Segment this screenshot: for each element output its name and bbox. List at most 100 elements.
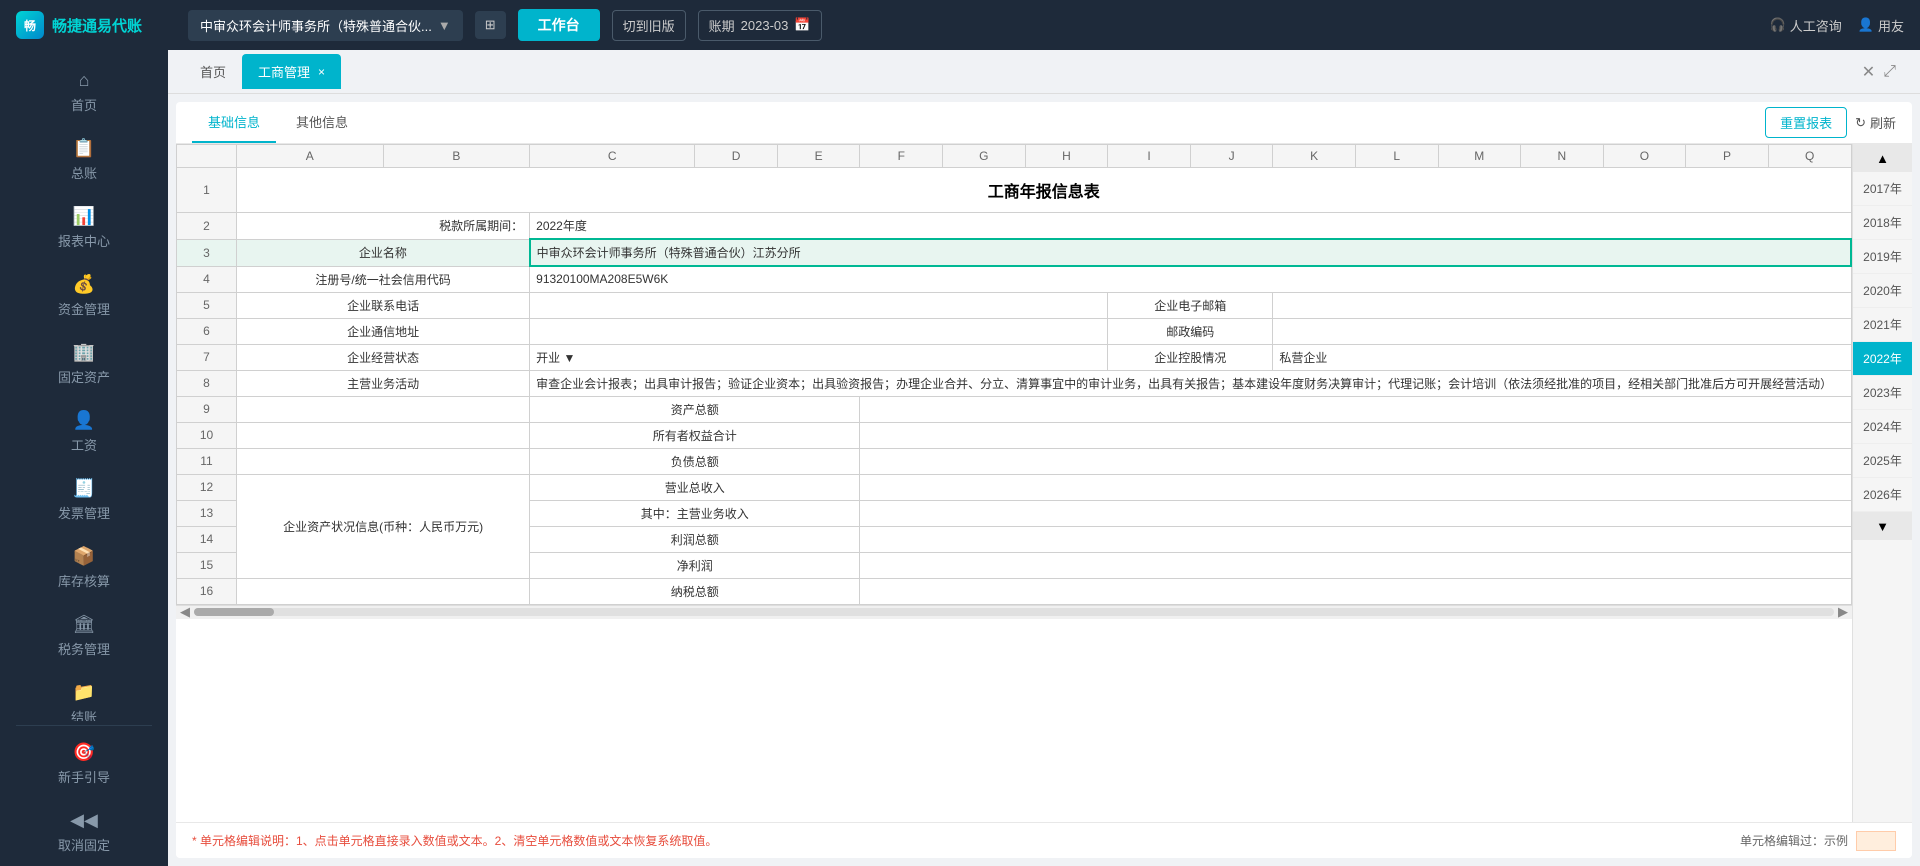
sidebar-item-unpin[interactable]: ◀◀ 取消固定 <box>0 798 168 866</box>
main-revenue-label: 其中：主营业务收入 <box>530 500 860 526</box>
sub-tabs: 基础信息 其他信息 重置报表 ↻ 刷新 <box>176 102 1912 144</box>
sidebar-item-home[interactable]: ⌂ 首页 <box>0 58 168 126</box>
year-item-2022[interactable]: 2022年 <box>1853 342 1912 376</box>
table-row: 10 所有者权益合计 <box>177 422 1852 448</box>
copy-button[interactable]: ⊞ <box>475 11 506 39</box>
refresh-icon: ↻ <box>1855 115 1866 131</box>
switch-old-label: 切到旧版 <box>623 16 675 35</box>
sidebar-item-assets[interactable]: 🏢 固定资产 <box>0 330 168 398</box>
row-num: 6 <box>177 318 237 344</box>
period-selector[interactable]: 账期 2023-03 📅 <box>698 10 822 41</box>
sheet-title[interactable]: 工商年报信息表 <box>237 168 1852 213</box>
scroll-left-icon[interactable]: ◀ <box>180 604 190 620</box>
row-num: 12 <box>177 474 237 500</box>
year-item-2020[interactable]: 2020年 <box>1853 274 1912 308</box>
row-num: 3 <box>177 239 237 266</box>
total-profit-label: 利润总额 <box>530 526 860 552</box>
revenue-label: 营业总收入 <box>530 474 860 500</box>
sidebar-item-label: 新手引导 <box>58 767 110 786</box>
company-selector[interactable]: 中审众环会计师事务所（特殊普通合伙... ▼ <box>188 10 463 41</box>
col-header-d: D <box>695 145 778 168</box>
net-profit-label: 净利润 <box>530 552 860 578</box>
liabilities-label: 负债总额 <box>530 448 860 474</box>
window-maximize-icon[interactable]: ⤢ <box>1883 62 1896 82</box>
home-icon: ⌂ <box>79 70 90 91</box>
sidebar-item-label: 库存核算 <box>58 571 110 590</box>
table-row: 12 企业资产状况信息(币种：人民币万元) 营业总收入 <box>177 474 1852 500</box>
sidebar-item-label: 报表中心 <box>58 231 110 250</box>
year-item-2024[interactable]: 2024年 <box>1853 410 1912 444</box>
tab-close-icon[interactable]: × <box>318 65 325 79</box>
tab-home[interactable]: 首页 <box>184 54 242 89</box>
sidebar-item-label: 税务管理 <box>58 639 110 658</box>
liabilities-value[interactable] <box>860 448 1851 474</box>
scrollbar-thumb[interactable] <box>194 608 274 616</box>
period-value-cell[interactable]: 2022年度 <box>530 213 1851 240</box>
address-value[interactable] <box>530 318 1108 344</box>
switch-old-button[interactable]: 切到旧版 <box>612 10 686 41</box>
phone-value[interactable] <box>530 292 1108 318</box>
tab-bar: 首页 工商管理 × ✕ ⤢ <box>168 50 1920 94</box>
postal-label: 邮政编码 <box>1108 318 1273 344</box>
col-header-f: F <box>860 145 943 168</box>
business-value[interactable]: 审查企业会计报表；出具审计报告；验证企业资本；出具验资报告；办理企业合并、分立、… <box>530 370 1851 396</box>
reset-report-button[interactable]: 重置报表 <box>1765 107 1847 138</box>
year-item-2025[interactable]: 2025年 <box>1853 444 1912 478</box>
window-close-icon[interactable]: ✕ <box>1862 62 1875 82</box>
sample-label: 单元格编辑过：示例 <box>1740 832 1848 849</box>
total-tax-value[interactable] <box>860 578 1851 604</box>
sidebar-item-report[interactable]: 📊 报表中心 <box>0 194 168 262</box>
business-label: 主营业务活动 <box>237 370 530 396</box>
email-value[interactable] <box>1273 292 1851 318</box>
sidebar-scroll: ⌂ 首页 📋 总账 📊 报表中心 💰 资金管理 🏢 固定资产 👤 工资 <box>0 58 168 721</box>
year-item-2017[interactable]: 2017年 <box>1853 172 1912 206</box>
user-menu[interactable]: 👤 用友 <box>1858 16 1904 35</box>
sidebar-item-label: 取消固定 <box>58 835 110 854</box>
equity-value[interactable] <box>860 422 1851 448</box>
sidebar-item-salary[interactable]: 👤 工资 <box>0 398 168 466</box>
postal-value[interactable] <box>1273 318 1851 344</box>
row-num: 10 <box>177 422 237 448</box>
sidebar-item-finance[interactable]: 💰 资金管理 <box>0 262 168 330</box>
year-item-2018[interactable]: 2018年 <box>1853 206 1912 240</box>
scroll-right-icon[interactable]: ▶ <box>1838 604 1848 620</box>
phone-label: 企业联系电话 <box>237 292 530 318</box>
col-header-a: A <box>237 145 384 168</box>
bottom-bar: * 单元格编辑说明：1、点击单元格直接录入数值或文本。2、清空单元格数值或文本恢… <box>176 822 1912 858</box>
refresh-button[interactable]: ↻ 刷新 <box>1855 113 1896 132</box>
net-profit-value[interactable] <box>860 552 1851 578</box>
sidebar-item-tax[interactable]: 🏛 税务管理 <box>0 602 168 670</box>
reg-num-value[interactable]: 91320100MA208E5W6K <box>530 266 1851 292</box>
user-service-label: 人工咨询 <box>1790 16 1842 35</box>
year-item-2026[interactable]: 2026年 <box>1853 478 1912 512</box>
horizontal-scrollbar[interactable]: ◀ ▶ <box>176 605 1852 619</box>
status-value[interactable]: 开业 ▼ <box>530 344 1108 370</box>
sidebar-item-inventory[interactable]: 📦 库存核算 <box>0 534 168 602</box>
sidebar-item-guide[interactable]: 🎯 新手引导 <box>0 730 168 798</box>
tab-basic-info[interactable]: 基础信息 <box>192 102 276 143</box>
spreadsheet[interactable]: A B C D E F G H I J K L <box>176 144 1852 822</box>
user-service-button[interactable]: 🎧 人工咨询 <box>1770 16 1842 35</box>
table-row: 9 资产总额 <box>177 396 1852 422</box>
main-revenue-value[interactable] <box>860 500 1851 526</box>
revenue-value[interactable] <box>860 474 1851 500</box>
year-nav-up[interactable]: ▲ <box>1853 144 1912 172</box>
sidebar-item-invoice[interactable]: 🧾 发票管理 <box>0 466 168 534</box>
chevron-up-icon: ▲ <box>1876 151 1889 166</box>
year-item-2023[interactable]: 2023年 <box>1853 376 1912 410</box>
period-label: 账期 <box>709 16 735 35</box>
tab-other-info[interactable]: 其他信息 <box>280 102 364 143</box>
year-item-2019[interactable]: 2019年 <box>1853 240 1912 274</box>
sidebar-item-ledger[interactable]: 📋 总账 <box>0 126 168 194</box>
total-profit-value[interactable] <box>860 526 1851 552</box>
company-name-value[interactable]: 中审众环会计师事务所（特殊普通合伙）江苏分所 <box>530 239 1851 266</box>
year-item-2021[interactable]: 2021年 <box>1853 308 1912 342</box>
shareholding-value[interactable]: 私营企业 <box>1273 344 1851 370</box>
sidebar-item-close[interactable]: 📁 结账 <box>0 670 168 721</box>
year-nav-down[interactable]: ▼ <box>1853 512 1912 540</box>
total-assets-value[interactable] <box>860 396 1851 422</box>
sidebar-item-label: 发票管理 <box>58 503 110 522</box>
workbench-button[interactable]: 工作台 <box>518 9 600 41</box>
tab-commerce[interactable]: 工商管理 × <box>242 54 341 89</box>
assets-section-label <box>237 396 530 422</box>
